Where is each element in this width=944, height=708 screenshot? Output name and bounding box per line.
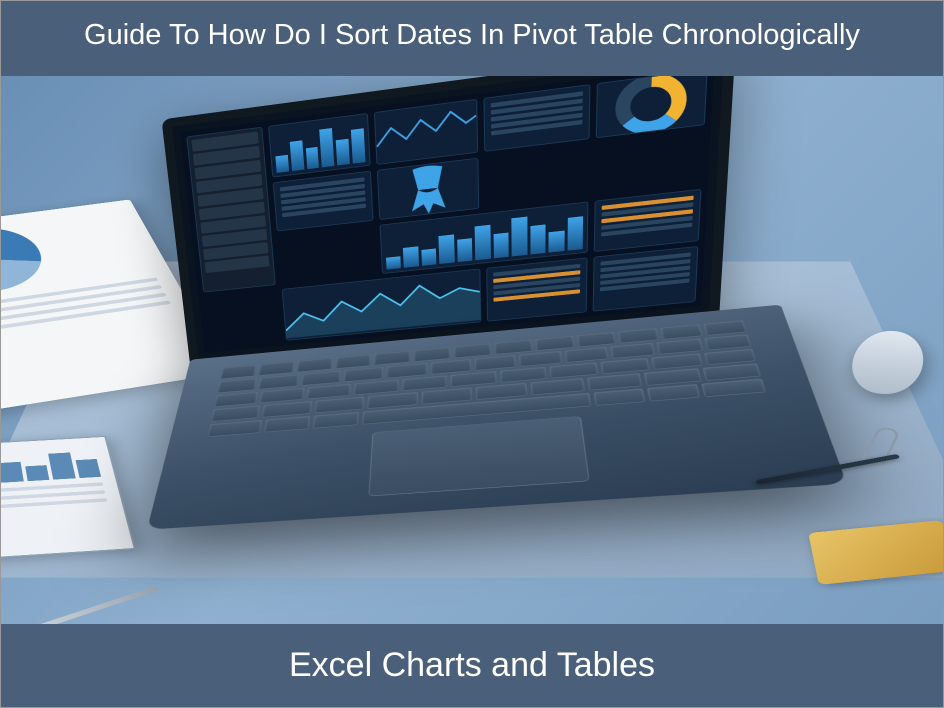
bar-chart-panel — [268, 113, 371, 177]
stats-panel — [486, 257, 587, 322]
pen-prop — [18, 586, 161, 624]
pie-chart-panel — [596, 76, 708, 138]
ribbon-icon — [402, 161, 453, 216]
footer-title: Excel Charts and Tables — [1, 624, 943, 707]
laptop-screen — [180, 76, 715, 353]
dashboard-sidebar — [186, 127, 276, 293]
data-table-panel — [483, 84, 590, 151]
area-chart-panel — [282, 268, 482, 341]
ribbon-panel — [377, 157, 479, 220]
hero-image — [1, 76, 943, 624]
page-title: Guide To How Do I Sort Dates In Pivot Ta… — [1, 1, 943, 76]
text-lines-icon — [1, 482, 107, 509]
trackpad — [368, 416, 589, 496]
bar-chart-icon — [1, 445, 101, 484]
bar-chart-icon — [269, 114, 370, 176]
metrics-panel — [594, 189, 702, 252]
summary-panel — [593, 245, 699, 311]
list-panel — [273, 170, 374, 231]
text-lines-icon — [1, 277, 171, 336]
spark-chart-panel — [374, 99, 478, 165]
donut-chart-icon — [613, 76, 691, 138]
pie-chart-icon — [1, 222, 53, 299]
laptop — [188, 76, 802, 624]
